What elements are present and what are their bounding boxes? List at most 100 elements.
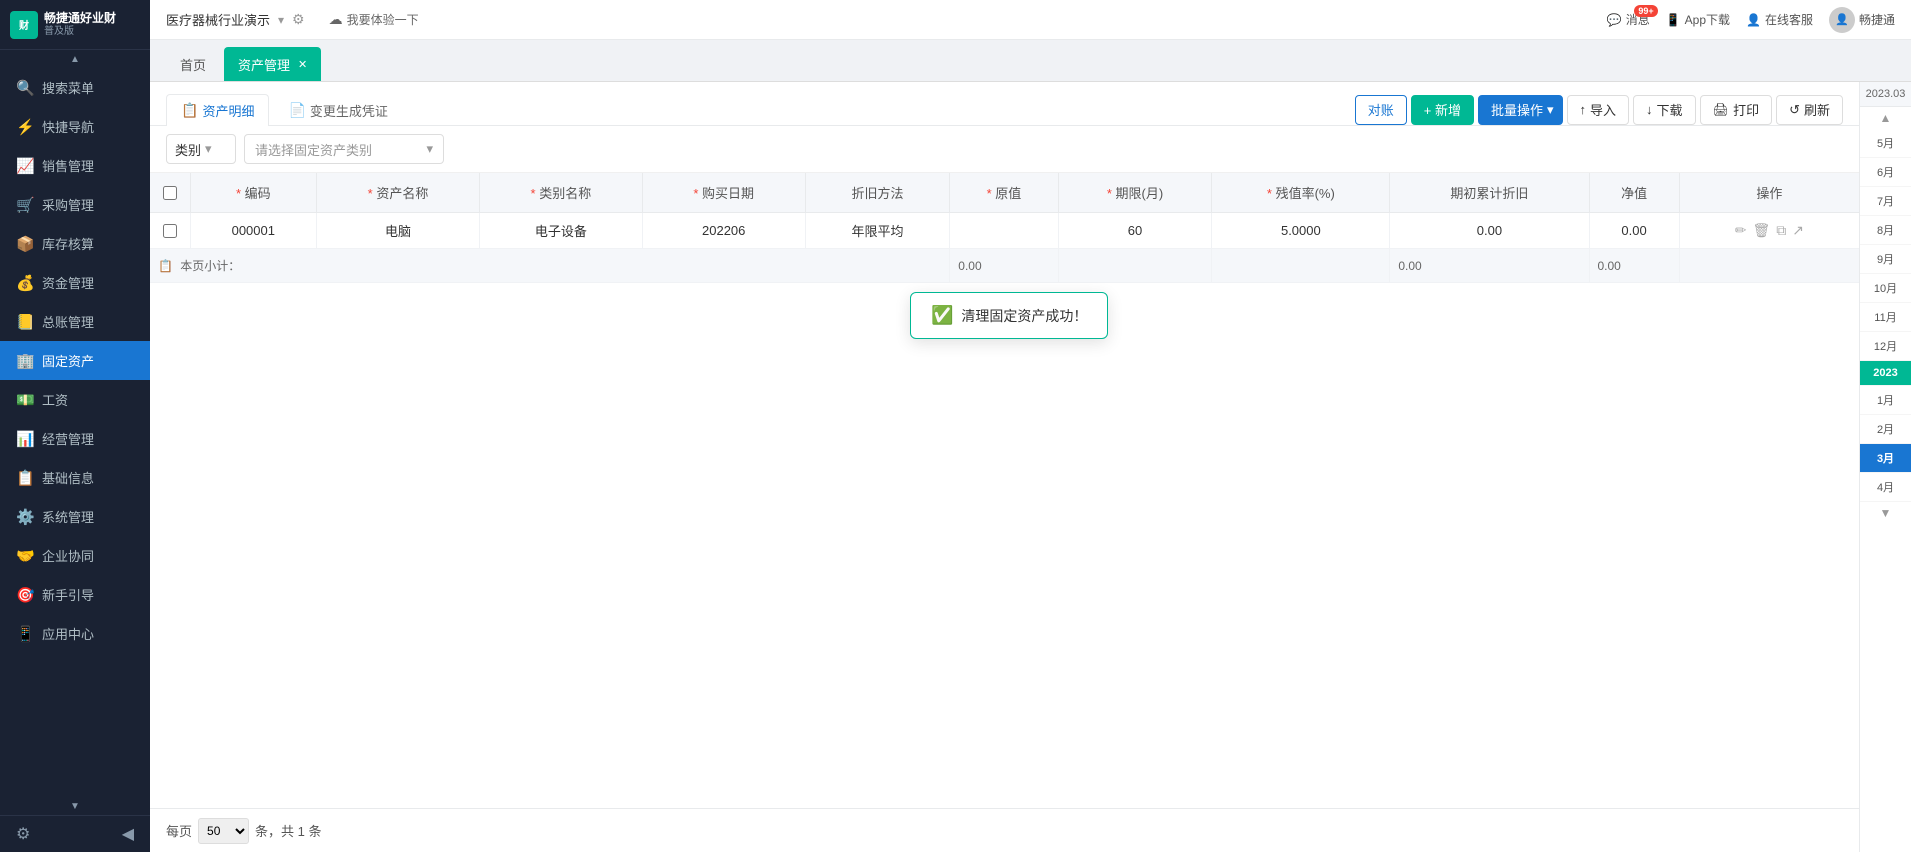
right-panel-month-6[interactable]: 6月: [1860, 158, 1911, 187]
sidebar-bottom: ⚙ ◀: [0, 815, 150, 852]
td-actions: ✏ 🗑 ⧉ ↗: [1679, 213, 1859, 249]
app-logo: 财 畅捷通好业财 普及版: [0, 0, 150, 50]
th-name: 资产名称: [317, 173, 480, 213]
right-panel-month-9[interactable]: 9月: [1860, 245, 1911, 274]
app-download-button[interactable]: 📱 App下载: [1666, 11, 1730, 28]
tab-home-label: 首页: [180, 55, 206, 74]
purchase-icon: 🛒: [16, 196, 34, 214]
fixed-assets-icon: 🏢: [16, 352, 34, 370]
copy-icon[interactable]: ⧉: [1776, 222, 1786, 239]
right-panel-month-11[interactable]: 11月: [1860, 303, 1911, 332]
batch-button[interactable]: 批量操作 ▾: [1478, 95, 1563, 125]
sidebar-item-capital[interactable]: 💰 资金管理: [0, 263, 150, 302]
sidebar-item-basic-info[interactable]: 📋 基础信息: [0, 458, 150, 497]
settings-icon[interactable]: ⚙: [16, 824, 30, 844]
sidebar-item-sales[interactable]: 📈 销售管理: [0, 146, 150, 185]
sidebar-item-system[interactable]: ⚙️ 系统管理: [0, 497, 150, 536]
tab-home[interactable]: 首页: [166, 47, 220, 81]
reconcile-button[interactable]: 对账: [1355, 95, 1407, 125]
sidebar-item-business[interactable]: 📊 经营管理: [0, 419, 150, 458]
sidebar-item-app-center[interactable]: 📱 应用中心: [0, 614, 150, 653]
sidebar-item-ledger[interactable]: 📒 总账管理: [0, 302, 150, 341]
company-name: 医疗器械行业演示: [166, 10, 270, 29]
sidebar-item-label: 新手引导: [42, 585, 94, 604]
toast-success: ✅ 清理固定资产成功！: [910, 292, 1108, 339]
sidebar-scroll-up[interactable]: ▲: [0, 50, 150, 68]
logo-icon: 财: [10, 11, 38, 39]
th-depreciation-method: 折旧方法: [805, 173, 950, 213]
action-icons: ✏ 🗑 ⧉ ↗: [1688, 222, 1851, 239]
guide-icon: 🎯: [16, 586, 34, 604]
sidebar-item-purchase[interactable]: 🛒 采购管理: [0, 185, 150, 224]
row-checkbox[interactable]: [163, 224, 177, 238]
sidebar-item-label: 快捷导航: [42, 117, 94, 136]
td-original-value: [950, 213, 1058, 249]
print-button[interactable]: 🖨 打印: [1700, 95, 1773, 125]
online-service-button[interactable]: 👤 在线客服: [1746, 11, 1813, 28]
collapse-icon[interactable]: ◀: [122, 824, 134, 844]
td-period-months: 60: [1058, 213, 1212, 249]
main-content: 医疗器械行业演示 ▾ ⚙ ☁ 我要体验一下 💬 消息 99+ 📱 App下载 👤…: [150, 0, 1911, 852]
tab-close-icon[interactable]: ✕: [298, 58, 307, 71]
sidebar-item-label: 应用中心: [42, 624, 94, 643]
right-panel-month-5[interactable]: 5月: [1860, 129, 1911, 158]
table-wrap: 编码 资产名称 类别名称 购买日期 折旧方法 原值 期限(月) 残值率(%) 期…: [150, 173, 1859, 808]
td-depreciation-method: 年限平均: [805, 213, 950, 249]
experience-icon: ☁: [329, 11, 343, 28]
download-button[interactable]: ↓ 下载: [1633, 95, 1696, 125]
basic-info-icon: 📋: [16, 469, 34, 487]
company-chevron-icon[interactable]: ▾: [278, 13, 284, 27]
sidebar-item-guide[interactable]: 🎯 新手引导: [0, 575, 150, 614]
toast-check-icon: ✅: [931, 305, 953, 326]
experience-link[interactable]: ☁ 我要体验一下: [329, 11, 419, 28]
per-page-select[interactable]: 50 10 20 100: [198, 818, 249, 844]
refresh-icon: ↺: [1789, 102, 1800, 118]
select-all-checkbox[interactable]: [163, 186, 177, 200]
sidebar-item-quick-nav[interactable]: ⚡ 快捷导航: [0, 107, 150, 146]
right-panel-month-8[interactable]: 8月: [1860, 216, 1911, 245]
topbar: 医疗器械行业演示 ▾ ⚙ ☁ 我要体验一下 💬 消息 99+ 📱 App下载 👤…: [150, 0, 1911, 40]
messages-button[interactable]: 💬 消息 99+: [1607, 11, 1650, 28]
sub-tab-asset-detail[interactable]: 📋 资产明细: [166, 94, 269, 126]
right-panel-month-10[interactable]: 10月: [1860, 274, 1911, 303]
user-menu-button[interactable]: 👤 畅捷通: [1829, 7, 1895, 33]
subtotal-label: 📋 本页小计：: [150, 249, 950, 283]
th-code: 编码: [190, 173, 317, 213]
new-button[interactable]: + 新增: [1411, 95, 1474, 125]
sidebar-item-search[interactable]: 🔍 搜索菜单: [0, 68, 150, 107]
right-panel-month-4[interactable]: 4月: [1860, 473, 1911, 502]
right-panel-month-2[interactable]: 2月: [1860, 415, 1911, 444]
sidebar-item-label: 总账管理: [42, 312, 94, 331]
td-residual-rate: 5.0000: [1212, 213, 1390, 249]
subtotal-initial-accumulated: 0.00: [1390, 249, 1589, 283]
page-area: 📋 资产明细 📄 变更生成凭证 对账 + 新增 批量操作 ▾ ↑ 导入: [150, 82, 1911, 852]
sidebar-item-payroll[interactable]: 💵 工资: [0, 380, 150, 419]
right-panel-month-3[interactable]: 3月: [1860, 444, 1911, 473]
subtotal-original-value: 0.00: [950, 249, 1058, 283]
edit-icon[interactable]: ✏: [1735, 222, 1747, 239]
right-panel-up-arrow[interactable]: ▲: [1860, 107, 1911, 129]
right-panel-month-7[interactable]: 7月: [1860, 187, 1911, 216]
ledger-icon: 📒: [16, 313, 34, 331]
search-icon: 🔍: [16, 79, 34, 97]
batch-chevron-icon: ▾: [1547, 102, 1554, 118]
category-filter-select[interactable]: 类别 ▾: [166, 134, 236, 164]
sidebar-scroll-down[interactable]: ▼: [0, 797, 150, 815]
sub-tab-asset-detail-label: 资产明细: [202, 101, 254, 120]
tab-asset-mgmt[interactable]: 资产管理 ✕: [224, 47, 321, 81]
import-button[interactable]: ↑ 导入: [1567, 95, 1630, 125]
category-input[interactable]: 请选择固定资产类别 ▾: [244, 134, 444, 164]
sidebar-item-inventory[interactable]: 📦 库存核算: [0, 224, 150, 263]
refresh-button[interactable]: ↺ 刷新: [1776, 95, 1843, 125]
sidebar-item-enterprise[interactable]: 🤝 企业协同: [0, 536, 150, 575]
right-panel-year-2023[interactable]: 2023: [1860, 361, 1911, 386]
right-panel-month-1[interactable]: 1月: [1860, 386, 1911, 415]
sub-tab-voucher-gen[interactable]: 📄 变更生成凭证: [273, 94, 402, 126]
delete-icon[interactable]: 🗑: [1752, 222, 1770, 239]
right-panel-month-12[interactable]: 12月: [1860, 332, 1911, 361]
more-icon[interactable]: ↗: [1792, 222, 1804, 239]
right-panel-down-arrow[interactable]: ▼: [1860, 502, 1911, 524]
settings-gear-icon[interactable]: ⚙: [292, 11, 305, 28]
sidebar-item-fixed-assets[interactable]: 🏢 固定资产: [0, 341, 150, 380]
table-header-row: 编码 资产名称 类别名称 购买日期 折旧方法 原值 期限(月) 残值率(%) 期…: [150, 173, 1859, 213]
